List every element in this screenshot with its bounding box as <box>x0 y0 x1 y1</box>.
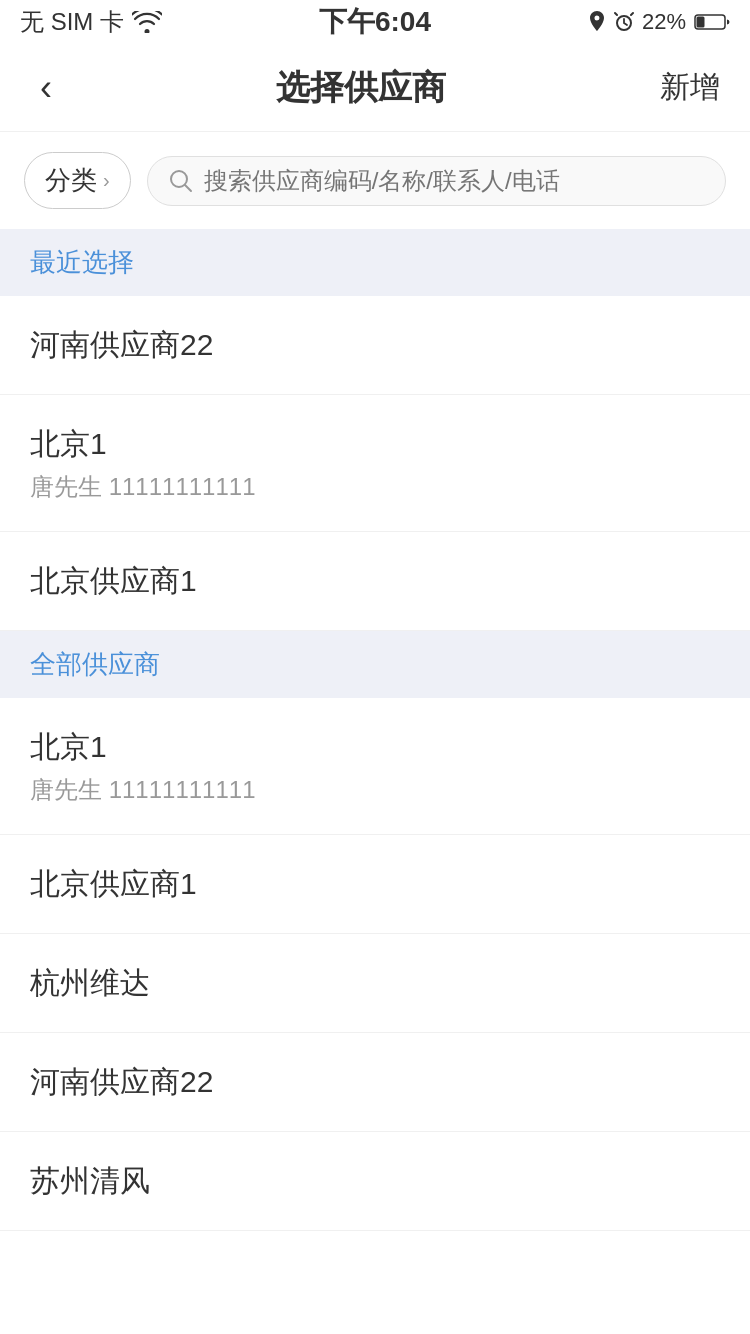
item-name: 苏州清风 <box>30 1160 720 1202</box>
search-box <box>147 156 726 206</box>
item-sub: 唐先生 11111111111 <box>30 471 720 503</box>
list-item[interactable]: 北京供应商1 <box>0 835 750 934</box>
recent-section-label: 最近选择 <box>30 247 134 277</box>
add-button[interactable]: 新增 <box>660 67 720 108</box>
search-icon <box>168 168 194 194</box>
list-item[interactable]: 苏州清风 <box>0 1132 750 1231</box>
item-name: 杭州维达 <box>30 962 720 1004</box>
recent-section-header: 最近选择 <box>0 229 750 296</box>
recent-items-list: 河南供应商22 北京1 唐先生 11111111111 北京供应商1 <box>0 296 750 631</box>
battery-icon <box>694 13 730 31</box>
alarm-icon <box>614 11 634 33</box>
page-title: 选择供应商 <box>276 65 446 111</box>
list-item[interactable]: 北京1 唐先生 11111111111 <box>0 395 750 532</box>
wifi-icon <box>132 11 162 33</box>
item-name: 河南供应商22 <box>30 324 720 366</box>
filter-row: 分类 › <box>0 132 750 229</box>
no-sim-text: 无 SIM 卡 <box>20 6 124 38</box>
all-section-header: 全部供应商 <box>0 631 750 698</box>
list-item[interactable]: 北京供应商1 <box>0 532 750 631</box>
status-right: 22% <box>588 9 730 35</box>
list-item[interactable]: 北京1 唐先生 11111111111 <box>0 698 750 835</box>
list-item[interactable]: 河南供应商22 <box>0 296 750 395</box>
nav-bar: ‹ 选择供应商 新增 <box>0 44 750 132</box>
battery-text: 22% <box>642 9 686 35</box>
item-name: 北京1 <box>30 423 720 465</box>
item-name: 北京1 <box>30 726 720 768</box>
item-name: 河南供应商22 <box>30 1061 720 1103</box>
svg-rect-2 <box>697 17 705 28</box>
search-input[interactable] <box>204 167 705 195</box>
list-item[interactable]: 杭州维达 <box>0 934 750 1033</box>
item-sub: 唐先生 11111111111 <box>30 774 720 806</box>
category-label: 分类 <box>45 163 97 198</box>
item-name: 北京供应商1 <box>30 863 720 905</box>
item-name: 北京供应商1 <box>30 560 720 602</box>
list-item[interactable]: 河南供应商22 <box>0 1033 750 1132</box>
back-button[interactable]: ‹ <box>30 57 62 119</box>
all-section-label: 全部供应商 <box>30 649 160 679</box>
all-items-list: 北京1 唐先生 11111111111 北京供应商1 杭州维达河南供应商22 苏州清风 <box>0 698 750 1231</box>
chevron-right-icon: › <box>103 169 110 192</box>
status-left: 无 SIM 卡 <box>20 6 162 38</box>
status-time: 下午6:04 <box>319 3 431 41</box>
location-icon <box>588 11 606 33</box>
status-bar: 无 SIM 卡 下午6:04 22% <box>0 0 750 44</box>
category-button[interactable]: 分类 › <box>24 152 131 209</box>
